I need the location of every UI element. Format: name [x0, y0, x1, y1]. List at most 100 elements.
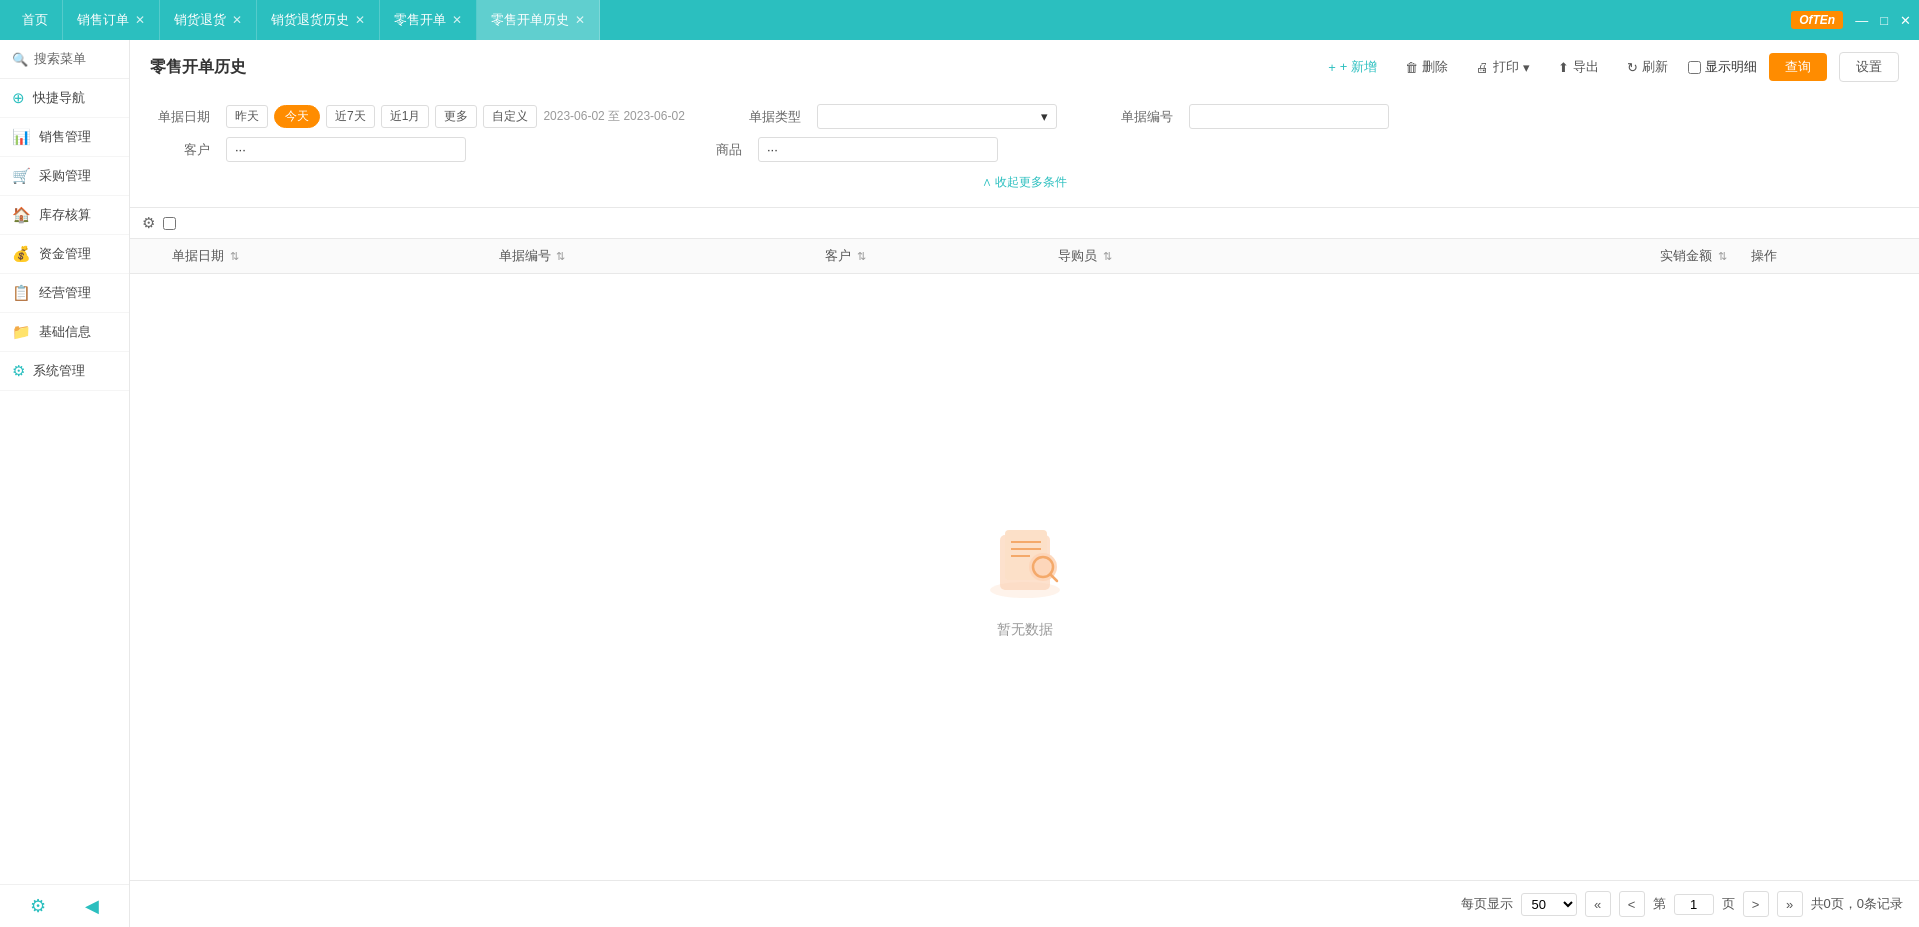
sidebar-bottom: ⚙ ◀: [0, 884, 129, 927]
window-minimize[interactable]: —: [1855, 13, 1868, 28]
delete-icon: 🗑: [1405, 60, 1418, 75]
export-icon: ⬆: [1558, 60, 1569, 75]
th-guide[interactable]: 导购员 ⇅: [1046, 239, 1326, 274]
close-tab-retail-open-history[interactable]: ✕: [575, 13, 585, 27]
print-button[interactable]: 🖨 打印 ▾: [1468, 54, 1538, 80]
goods-label: 商品: [682, 141, 742, 159]
next-page-button[interactable]: >: [1743, 891, 1769, 917]
close-tab-sales-return-history[interactable]: ✕: [355, 13, 365, 27]
page-label: 第: [1653, 895, 1666, 913]
th-date[interactable]: 单据日期 ⇅: [160, 239, 487, 274]
finance-icon: 💰: [12, 245, 31, 263]
page-title: 零售开单历史: [150, 57, 246, 78]
tab-sales-return-history[interactable]: 销货退货历史 ✕: [257, 0, 380, 40]
display-detail-toggle[interactable]: 显示明细: [1688, 58, 1757, 76]
date-label: 单据日期: [150, 108, 210, 126]
page-size-select[interactable]: 50 10 20 100: [1521, 893, 1577, 916]
collapse-sidebar-icon[interactable]: ◀: [85, 895, 99, 917]
filter-row-customer: 客户 ··· 商品 ···: [150, 137, 1899, 162]
collapse-bar[interactable]: ∧ 收起更多条件: [150, 170, 1899, 195]
date-range-display: 2023-06-02 至 2023-06-02: [543, 108, 684, 125]
tab-retail-open-history[interactable]: 零售开单历史 ✕: [477, 0, 600, 40]
query-button[interactable]: 查询: [1769, 53, 1827, 81]
empty-state: 暂无数据: [130, 274, 1919, 880]
close-tab-sales-return[interactable]: ✕: [232, 13, 242, 27]
date-1month[interactable]: 近1月: [381, 105, 430, 128]
sidebar-item-sys-mgmt[interactable]: ⚙ 系统管理: [0, 352, 129, 391]
tab-retail-open[interactable]: 零售开单 ✕: [380, 0, 477, 40]
select-all-checkbox[interactable]: [163, 217, 176, 230]
last-page-button[interactable]: »: [1777, 891, 1803, 917]
customer-label: 客户: [150, 141, 210, 159]
date-more[interactable]: 更多: [435, 105, 477, 128]
sidebar-item-quick-nav[interactable]: ⊕ 快捷导航: [0, 79, 129, 118]
sidebar-item-operations[interactable]: 📋 经营管理: [0, 274, 129, 313]
search-icon: 🔍: [12, 52, 28, 67]
page-unit: 页: [1722, 895, 1735, 913]
date-yesterday[interactable]: 昨天: [226, 105, 268, 128]
th-amount[interactable]: 实销金额 ⇅: [1412, 239, 1739, 274]
gear-sidebar-icon: ⚙: [12, 362, 25, 380]
prev-page-button[interactable]: <: [1619, 891, 1645, 917]
table-container: ⚙ 单据日期 ⇅ 单据编号 ⇅: [130, 208, 1919, 880]
file-icon: 📁: [12, 323, 31, 341]
delete-button[interactable]: 🗑 删除: [1397, 54, 1456, 80]
content-area: 零售开单历史 + + 新增 🗑 删除 🖨 打印 ▾: [130, 40, 1919, 927]
customer-select[interactable]: ···: [226, 137, 466, 162]
refresh-button[interactable]: ↻ 刷新: [1619, 54, 1676, 80]
tab-home[interactable]: 首页: [8, 0, 63, 40]
print-dropdown-icon: ▾: [1523, 60, 1530, 75]
data-table: 单据日期 ⇅ 单据编号 ⇅ 客户 ⇅: [130, 239, 1919, 274]
window-maximize[interactable]: □: [1880, 13, 1888, 28]
tab-sales-order[interactable]: 销售订单 ✕: [63, 0, 160, 40]
sort-amount-icon: ⇅: [1718, 250, 1727, 262]
th-number[interactable]: 单据编号 ⇅: [487, 239, 814, 274]
warehouse-icon: 🏠: [12, 206, 31, 224]
cart-icon: 🛒: [12, 167, 31, 185]
date-custom[interactable]: 自定义: [483, 105, 537, 128]
empty-illustration: [975, 515, 1075, 605]
goods-dots: ···: [767, 142, 778, 157]
th-customer[interactable]: 客户 ⇅: [813, 239, 1046, 274]
page-header: 零售开单历史 + + 新增 🗑 删除 🖨 打印 ▾: [130, 40, 1919, 208]
empty-text: 暂无数据: [997, 621, 1053, 639]
date-7days[interactable]: 近7天: [326, 105, 375, 128]
doc-number-input[interactable]: [1189, 104, 1389, 129]
sidebar-item-inventory[interactable]: 🏠 库存核算: [0, 196, 129, 235]
export-button[interactable]: ⬆ 导出: [1550, 54, 1607, 80]
th-operation: 操作: [1739, 239, 1919, 274]
add-icon: +: [1328, 60, 1336, 75]
sidebar-item-base-info[interactable]: 📁 基础信息: [0, 313, 129, 352]
close-tab-retail-open[interactable]: ✕: [452, 13, 462, 27]
sort-number-icon: ⇅: [556, 250, 565, 262]
window-close[interactable]: ✕: [1900, 13, 1911, 28]
tab-sales-return[interactable]: 销货退货 ✕: [160, 0, 257, 40]
table-settings-icon[interactable]: ⚙: [142, 214, 155, 232]
filter-area: 单据日期 昨天 今天 近7天 近1月 更多 自定义 2023-06-02 至 2…: [150, 94, 1899, 207]
date-group: 昨天 今天 近7天 近1月 更多 自定义 2023-06-02 至 2023-0…: [226, 105, 685, 128]
page-number-input[interactable]: [1674, 894, 1714, 915]
goods-select[interactable]: ···: [758, 137, 998, 162]
first-page-button[interactable]: «: [1585, 891, 1611, 917]
th-checkbox: [130, 239, 160, 274]
display-detail-checkbox[interactable]: [1688, 61, 1701, 74]
sidebar: 🔍 搜索菜单 ⊕ 快捷导航 📊 销售管理 🛒 采购管理 🏠 库存核算 💰 资金管…: [0, 40, 130, 927]
sidebar-search[interactable]: 🔍 搜索菜单: [0, 40, 129, 79]
table-header-row: 单据日期 ⇅ 单据编号 ⇅ 客户 ⇅: [130, 239, 1919, 274]
date-today[interactable]: 今天: [274, 105, 320, 128]
per-page-label: 每页显示: [1461, 895, 1513, 913]
main-layout: 🔍 搜索菜单 ⊕ 快捷导航 📊 销售管理 🛒 采购管理 🏠 库存核算 💰 资金管…: [0, 40, 1919, 927]
close-tab-sales-order[interactable]: ✕: [135, 13, 145, 27]
add-button[interactable]: + + 新增: [1320, 54, 1385, 80]
sidebar-item-sales-mgmt[interactable]: 📊 销售管理: [0, 118, 129, 157]
doc-type-select[interactable]: ▾: [817, 104, 1057, 129]
top-bar-right: OfTEn — □ ✕: [1791, 11, 1911, 29]
settings-button[interactable]: 设置: [1839, 52, 1899, 82]
sidebar-item-finance[interactable]: 💰 资金管理: [0, 235, 129, 274]
settings-bottom-icon[interactable]: ⚙: [30, 895, 46, 917]
doc-number-label: 单据编号: [1113, 108, 1173, 126]
sort-date-icon: ⇅: [230, 250, 239, 262]
doc-type-label: 单据类型: [741, 108, 801, 126]
brand-logo: OfTEn: [1791, 11, 1843, 29]
sidebar-item-purchase-mgmt[interactable]: 🛒 采购管理: [0, 157, 129, 196]
